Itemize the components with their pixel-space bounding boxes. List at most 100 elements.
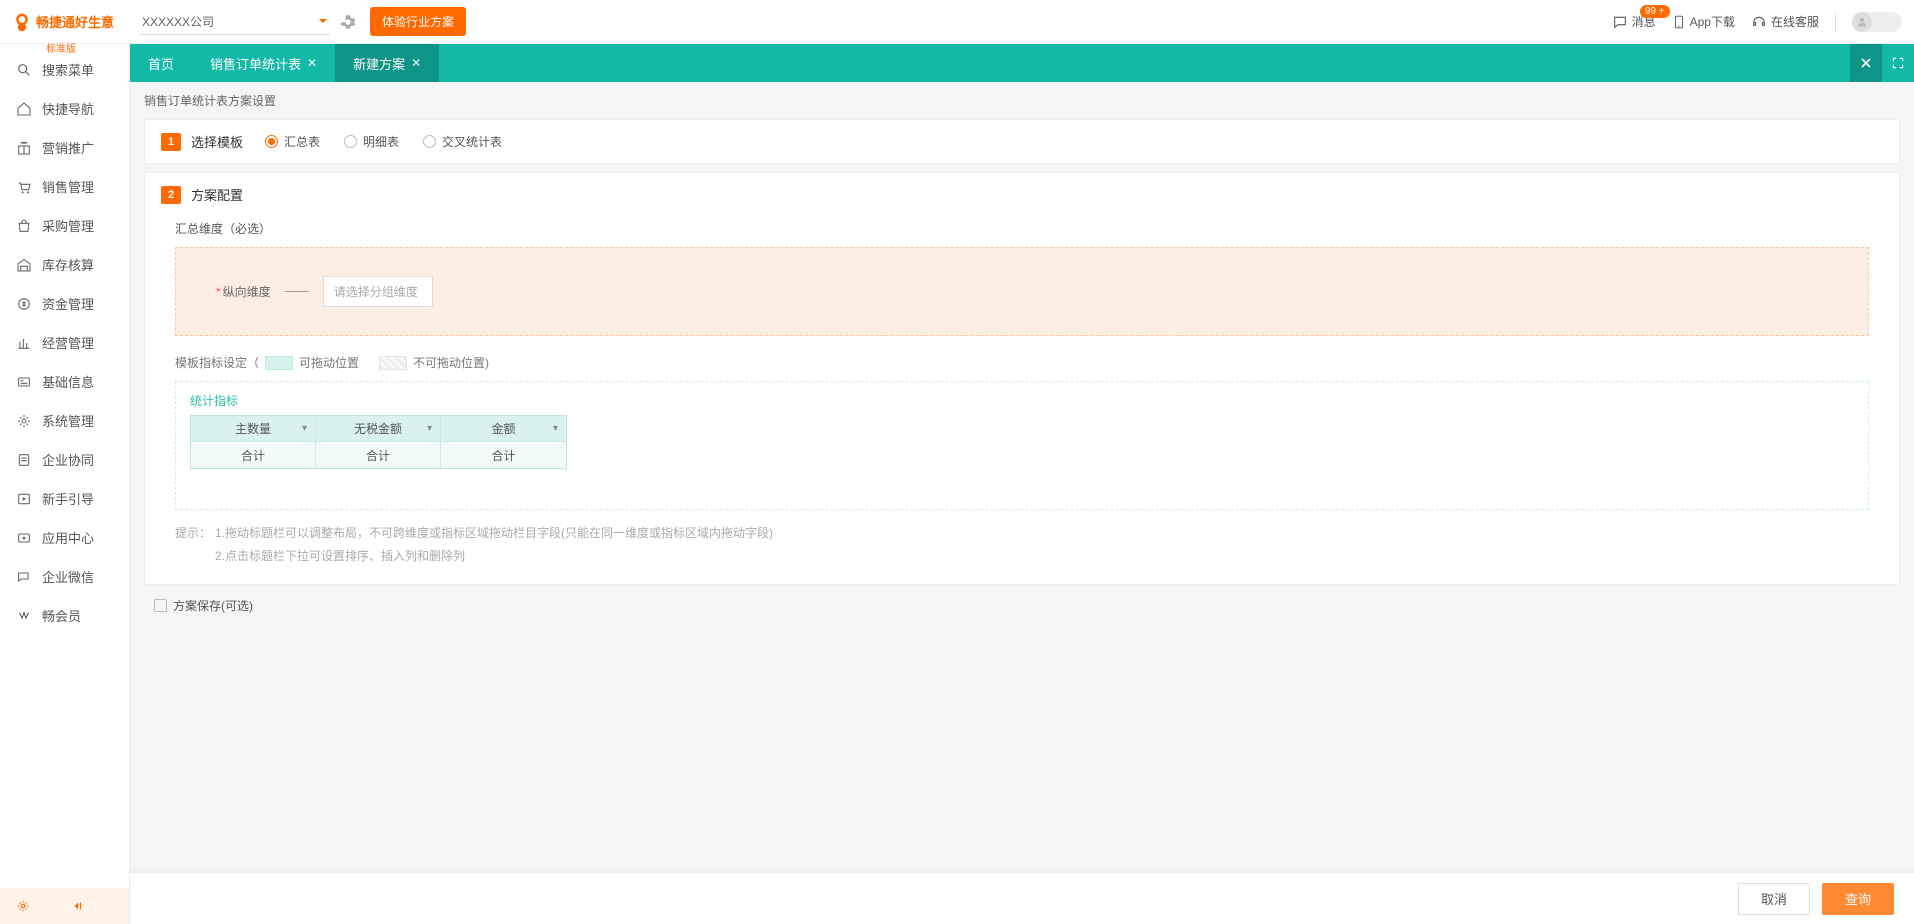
sidebar-item-label: 采购管理 <box>42 216 94 235</box>
sidebar-settings-icon[interactable] <box>16 899 30 913</box>
online-service-button[interactable]: 在线客服 <box>1751 13 1819 30</box>
sidebar-item-system[interactable]: 系统管理 <box>0 401 129 440</box>
dim-section-label: 汇总维度（必选） <box>175 220 1869 237</box>
metric-cell: 合计 <box>441 442 566 468</box>
search-icon <box>16 62 32 78</box>
app-download-button[interactable]: App下载 <box>1672 13 1735 30</box>
tab-label: 首页 <box>148 54 174 73</box>
coin-icon <box>16 296 32 312</box>
fullscreen-icon[interactable] <box>1882 56 1914 70</box>
sidebar-item-quicknav[interactable]: 快捷导航 <box>0 89 129 128</box>
swatch-draggable <box>265 356 293 370</box>
doc-icon <box>16 452 32 468</box>
try-industry-button[interactable]: 体验行业方案 <box>370 7 466 36</box>
app-download-label: App下载 <box>1690 13 1735 30</box>
warehouse-icon <box>16 257 32 273</box>
step1-badge: 1 <box>161 133 181 151</box>
sidebar-item-member[interactable]: 畅会员 <box>0 596 129 635</box>
bag-icon <box>16 218 32 234</box>
tab-close-icon[interactable]: ✕ <box>307 56 317 70</box>
chevron-down-icon: ▾ <box>427 423 432 434</box>
dimension-select[interactable]: 请选择分组维度 <box>323 276 433 307</box>
sidebar-item-inventory[interactable]: 库存核算 <box>0 245 129 284</box>
sidebar-item-label: 快捷导航 <box>42 99 94 118</box>
metric-header-amount[interactable]: 金额 ▾ <box>441 416 566 442</box>
messages-button[interactable]: 消息 99 + <box>1612 13 1656 30</box>
sidebar-item-business[interactable]: 经营管理 <box>0 323 129 362</box>
close-all-tabs-icon[interactable] <box>1850 44 1882 82</box>
sidebar-item-label: 新手引导 <box>42 489 94 508</box>
online-service-label: 在线客服 <box>1771 13 1819 30</box>
sidebar-item-label: 库存核算 <box>42 255 94 274</box>
dimension-dropzone: *纵向维度 请选择分组维度 <box>175 247 1869 336</box>
panel-step2: 2 方案配置 汇总维度（必选） *纵向维度 请选择分组维度 模板指标设定（ <box>144 172 1900 585</box>
settings-gear-icon[interactable] <box>340 14 356 30</box>
chat-icon <box>16 569 32 585</box>
sidebar-item-guide[interactable]: 新手引导 <box>0 479 129 518</box>
sidebar-item-label: 资金管理 <box>42 294 94 313</box>
sidebar-item-purchase[interactable]: 采购管理 <box>0 206 129 245</box>
messages-badge: 99 + <box>1640 5 1670 18</box>
step1-title: 选择模板 <box>191 132 243 151</box>
tab-home[interactable]: 首页 <box>130 44 192 82</box>
sidebar-item-label: 销售管理 <box>42 177 94 196</box>
sidebar-item-label: 畅会员 <box>42 606 81 625</box>
radio-label: 交叉统计表 <box>442 133 502 150</box>
brand-name: 畅捷通好生意 <box>36 12 114 31</box>
metric-cell: 合计 <box>316 442 441 468</box>
hint-1: 1.拖动标题栏可以调整布局，不可跨维度或指标区域拖动栏目字段(只能在同一维度或指… <box>215 526 773 540</box>
chevron-down-icon <box>318 16 328 26</box>
panel-step1: 1 选择模板 汇总表 明细表 交叉统计表 <box>144 119 1900 164</box>
cancel-button[interactable]: 取消 <box>1738 883 1810 915</box>
sidebar-item-marketing[interactable]: 营销推广 <box>0 128 129 167</box>
sidebar-item-wechat[interactable]: 企业微信 <box>0 557 129 596</box>
metric-header-label: 主数量 <box>235 420 271 437</box>
brand-edition: 标准版 <box>46 40 76 55</box>
sidebar-item-sales[interactable]: 销售管理 <box>0 167 129 206</box>
legend-label: 模板指标设定（ <box>175 354 259 371</box>
chart-icon <box>16 335 32 351</box>
hint-2: 2.点击标题栏下拉可设置排序、插入列和删除列 <box>215 549 465 563</box>
grid-icon <box>16 530 32 546</box>
chevron-down-icon: ▾ <box>302 423 307 434</box>
radio-summary[interactable]: 汇总表 <box>265 133 320 150</box>
content: 1 选择模板 汇总表 明细表 交叉统计表 2 方案配置 <box>130 119 1914 872</box>
header-right: 消息 99 + App下载 在线客服 <box>1612 12 1902 32</box>
gift-icon <box>16 140 32 156</box>
sidebar-item-label: 应用中心 <box>42 528 94 547</box>
app-header: 畅捷通好生意 标准版 XXXXXX公司 体验行业方案 消息 99 + App下载 <box>0 0 1914 44</box>
query-button[interactable]: 查询 <box>1822 883 1894 915</box>
sidebar-item-label: 搜索菜单 <box>42 60 94 79</box>
brand-logo: 畅捷通好生意 标准版 <box>12 12 130 32</box>
chevron-down-icon: ▾ <box>553 423 558 434</box>
metric-header-qty[interactable]: 主数量 ▾ <box>191 416 316 442</box>
company-name: XXXXXX公司 <box>142 13 214 30</box>
metric-header-notax[interactable]: 无税金额▾ <box>316 416 441 442</box>
sidebar-item-label: 企业协同 <box>42 450 94 469</box>
tab-new-plan[interactable]: 新建方案✕ <box>335 44 439 82</box>
tab-label: 销售订单统计表 <box>210 54 301 73</box>
save-plan-row: 方案保存(可选) <box>144 585 1900 626</box>
sidebar-item-search[interactable]: 搜索菜单 <box>0 50 129 89</box>
radio-label: 明细表 <box>363 133 399 150</box>
save-plan-checkbox[interactable] <box>154 599 167 612</box>
sidebar-item-collab[interactable]: 企业协同 <box>0 440 129 479</box>
metric-header-label: 金额 <box>491 420 515 437</box>
sidebar-item-funds[interactable]: 资金管理 <box>0 284 129 323</box>
sidebar-item-apps[interactable]: 应用中心 <box>0 518 129 557</box>
main: 首页 销售订单统计表✕ 新建方案✕ 销售订单统计表方案设置 1 选择模板 汇总表 <box>130 44 1914 924</box>
tab-sales-report[interactable]: 销售订单统计表 ✕ <box>192 44 335 82</box>
tab-close-icon[interactable]: ✕ <box>411 56 421 70</box>
tab-bar: 首页 销售订单统计表 ✕ 新建方案✕ <box>130 44 1914 82</box>
hints: 提示：1.拖动标题栏可以调整布局，不可跨维度或指标区域拖动栏目字段(只能在同一维… <box>175 522 1869 568</box>
play-icon <box>16 491 32 507</box>
template-radio-group: 汇总表 明细表 交叉统计表 <box>265 133 502 150</box>
sidebar-item-basic[interactable]: 基础信息 <box>0 362 129 401</box>
sidebar-collapse-icon[interactable] <box>70 899 84 913</box>
sidebar-item-label: 经营管理 <box>42 333 94 352</box>
radio-detail[interactable]: 明细表 <box>344 133 399 150</box>
sidebar: 搜索菜单 快捷导航 营销推广 销售管理 采购管理 库存核算 资金管理 经营管理 … <box>0 44 130 924</box>
company-selector[interactable]: XXXXXX公司 <box>140 9 330 35</box>
user-avatar[interactable] <box>1852 12 1902 32</box>
radio-cross[interactable]: 交叉统计表 <box>423 133 502 150</box>
